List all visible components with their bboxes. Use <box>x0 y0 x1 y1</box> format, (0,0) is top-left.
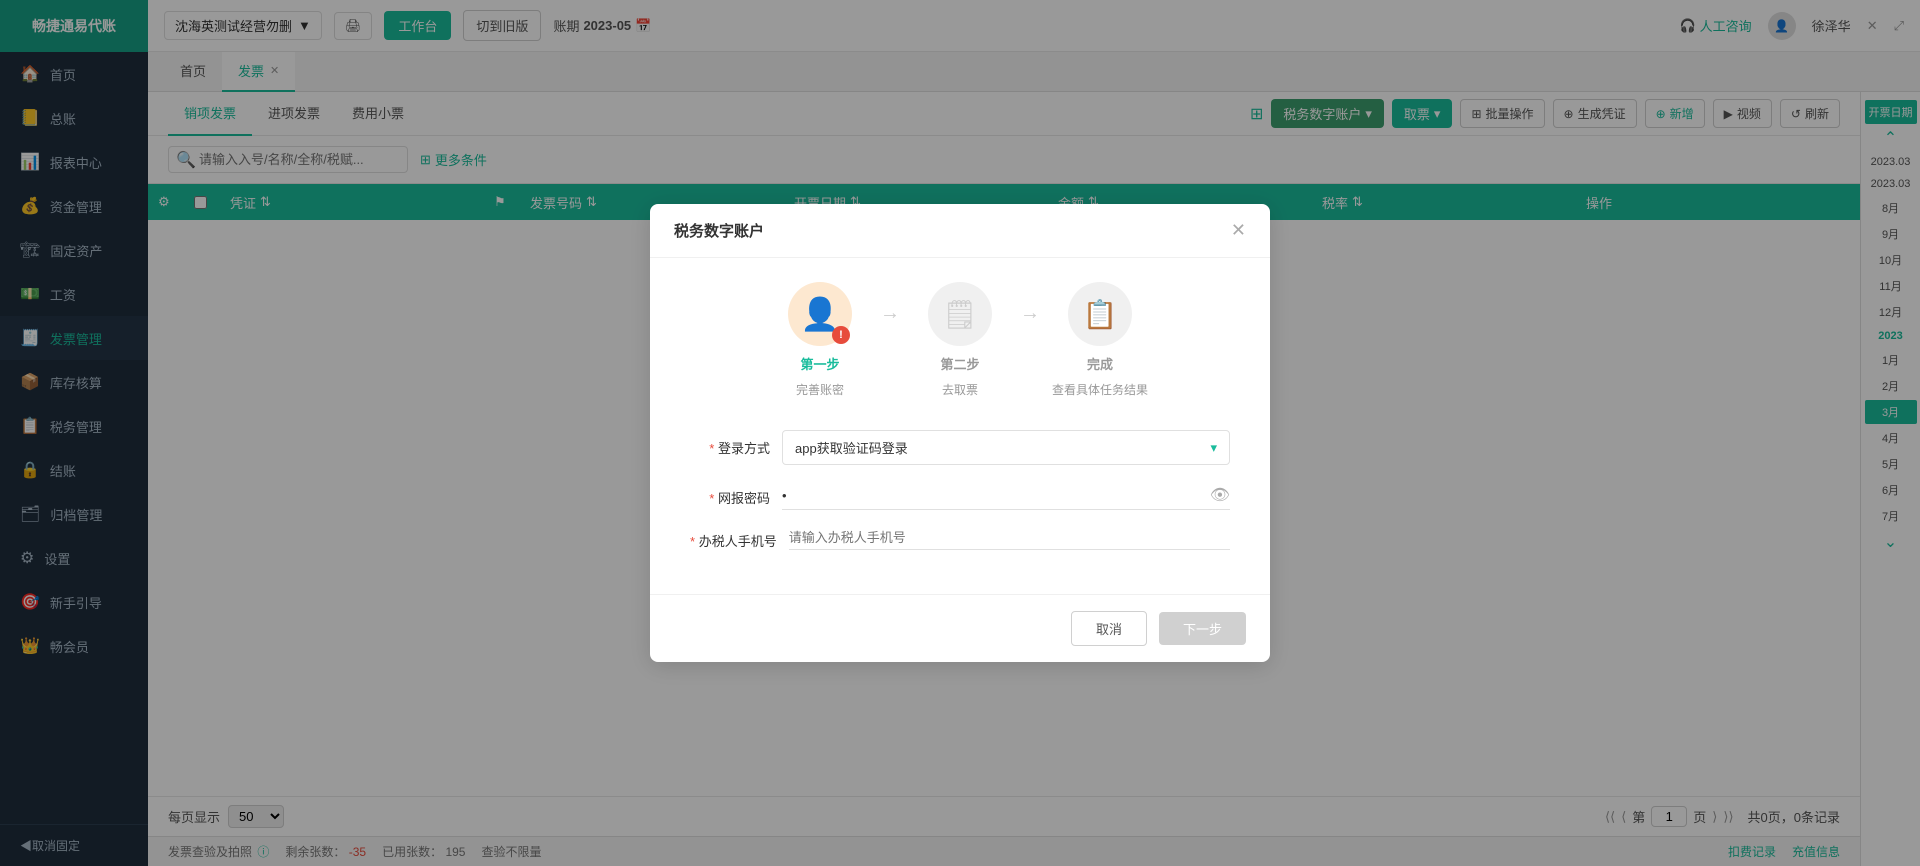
select-dropdown-icon: ▾ <box>1210 440 1217 456</box>
phone-label: * 办税人手机号 <box>690 531 777 550</box>
step-arrow-1: → <box>880 302 900 325</box>
dialog-footer: 取消 下一步 <box>650 594 1270 662</box>
cancel-btn[interactable]: 取消 <box>1071 611 1147 646</box>
step-1-circle: 👤 ! <box>788 282 852 346</box>
step-2-label: 第二步 <box>940 354 979 373</box>
dialog-body: 👤 ! 第一步 完善账密 → 🗒 第二步 去取票 → <box>650 258 1270 594</box>
phone-input-wrap <box>789 530 1230 550</box>
step-1: 👤 ! 第一步 完善账密 <box>760 282 880 398</box>
dialog-header: 税务数字账户 ✕ <box>650 204 1270 258</box>
modal-overlay: 税务数字账户 ✕ 👤 ! 第一步 完善账密 → <box>0 0 1920 866</box>
dialog-close-btn[interactable]: ✕ <box>1231 220 1246 241</box>
step-2: 🗒 第二步 去取票 <box>900 282 1020 398</box>
step-3-icon: 📋 <box>1083 298 1118 331</box>
login-method-label: * 登录方式 <box>690 438 770 457</box>
step-1-label: 第一步 <box>800 354 839 373</box>
password-input-wrap: 👁 <box>782 485 1230 510</box>
phone-row: * 办税人手机号 <box>690 530 1230 550</box>
login-method-row: * 登录方式 app获取验证码登录 ▾ <box>690 430 1230 465</box>
step-1-desc: 完善账密 <box>796 381 844 398</box>
login-method-select[interactable]: app获取验证码登录 ▾ <box>782 430 1230 465</box>
next-step-btn[interactable]: 下一步 <box>1159 612 1246 645</box>
step-3-desc: 查看具体任务结果 <box>1052 381 1148 398</box>
phone-input[interactable] <box>789 530 1230 545</box>
step-arrow-2: → <box>1020 302 1040 325</box>
toggle-password-icon[interactable]: 👁 <box>1210 485 1230 505</box>
step-3-label: 完成 <box>1087 354 1113 373</box>
step-2-icon: 🗒 <box>942 298 978 331</box>
step-1-badge: ! <box>832 326 850 344</box>
step-1-icon: 👤 <box>800 295 840 333</box>
steps: 👤 ! 第一步 完善账密 → 🗒 第二步 去取票 → <box>690 282 1230 398</box>
step-2-circle: 🗒 <box>928 282 992 346</box>
password-label: * 网报密码 <box>690 488 770 507</box>
dialog-title: 税务数字账户 <box>674 220 764 241</box>
password-input[interactable] <box>782 488 1206 503</box>
step-3: 📋 完成 查看具体任务结果 <box>1040 282 1160 398</box>
tax-digital-dialog: 税务数字账户 ✕ 👤 ! 第一步 完善账密 → <box>650 204 1270 662</box>
password-row: * 网报密码 👁 <box>690 485 1230 510</box>
step-3-circle: 📋 <box>1068 282 1132 346</box>
step-2-desc: 去取票 <box>942 381 978 398</box>
